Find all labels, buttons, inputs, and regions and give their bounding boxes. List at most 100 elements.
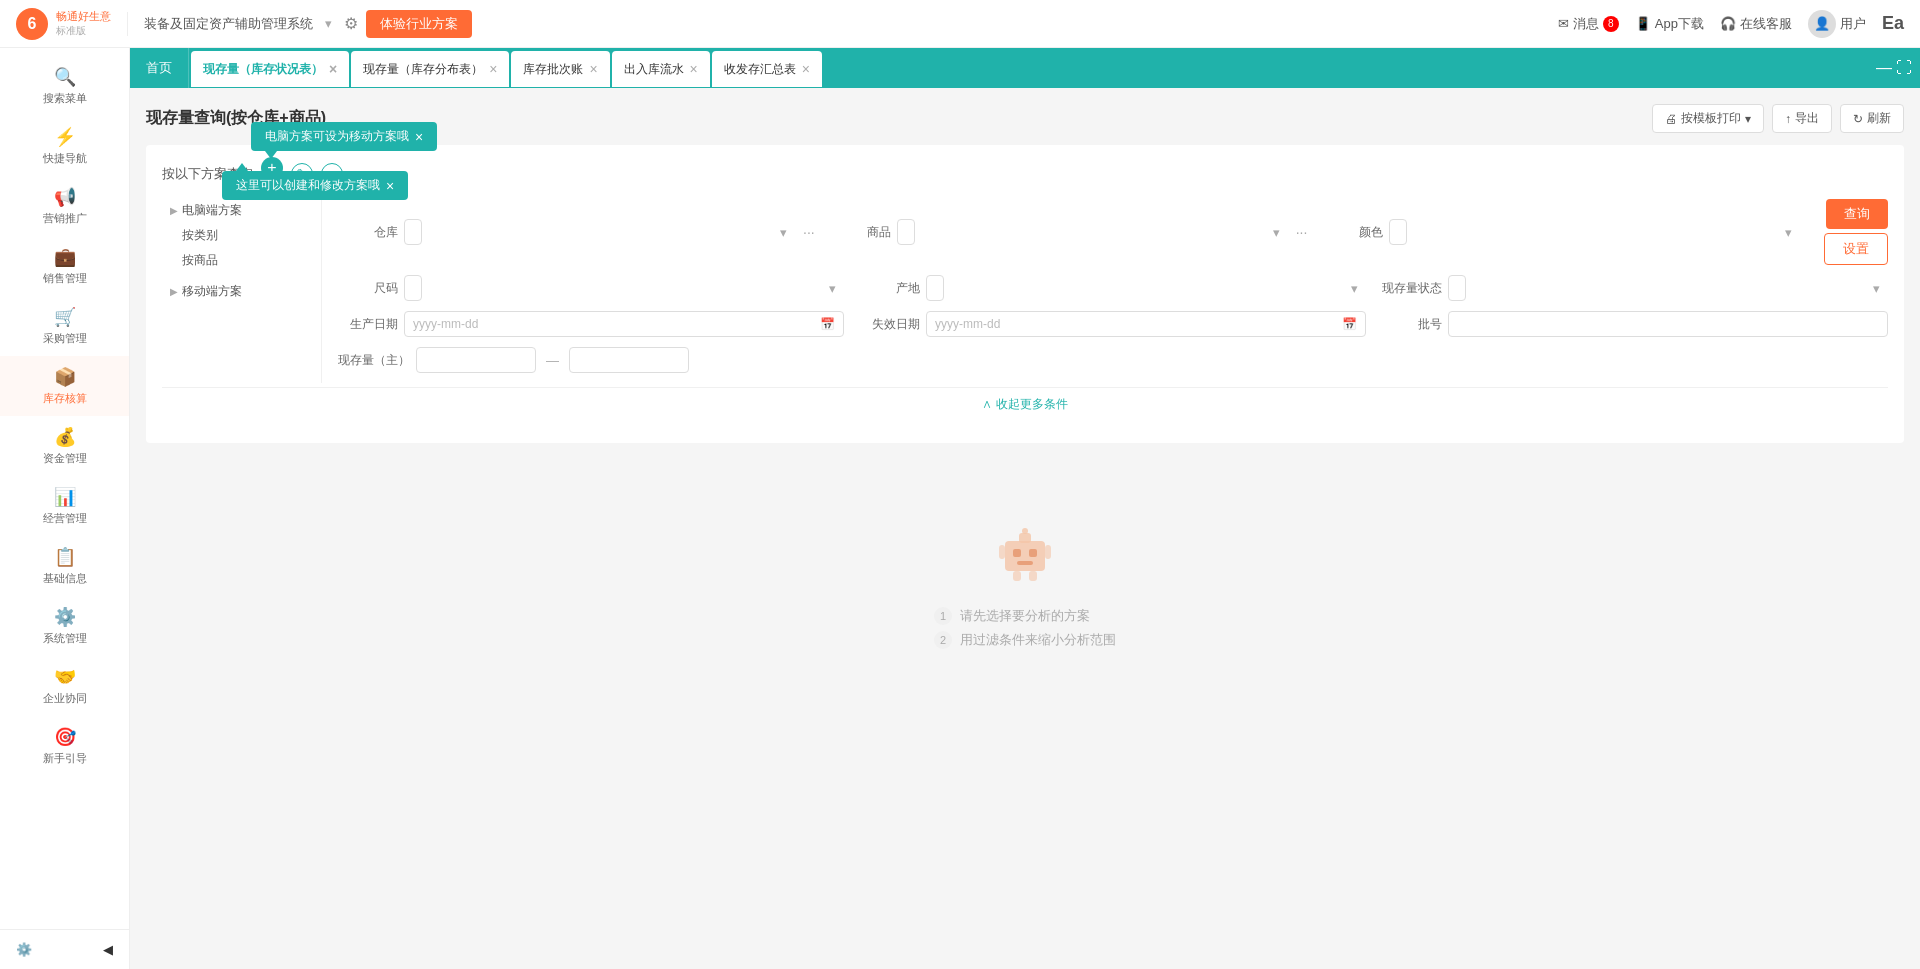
tab-inout[interactable]: 出入库流水 × — [612, 51, 710, 87]
empty-tips: 1 请先选择要分析的方案 2 用过滤条件来缩小分析范围 — [934, 607, 1116, 649]
expire-date-field: 失效日期 yyyy-mm-dd 📅 — [860, 311, 1366, 337]
user-btn[interactable]: 👤 用户 — [1808, 10, 1866, 38]
tab-summary-close[interactable]: × — [802, 61, 810, 77]
origin-select[interactable] — [926, 275, 944, 301]
query-panel: 按以下方案查询 + 电脑方案可设为移动方案哦 × — [146, 145, 1904, 443]
top-bar-left: 6 畅通好生意 标准版 装备及固定资产辅助管理系统 ▾ ⚙ 体验行业方案 — [16, 8, 472, 40]
refresh-btn[interactable]: ↻ 刷新 — [1840, 104, 1904, 133]
sidebar-item-stock[interactable]: 📦 库存核算 — [0, 356, 129, 416]
gear-icon[interactable]: ⚙ — [344, 14, 358, 33]
guide-icon: 🎯 — [54, 726, 76, 748]
plan-goods-label: 按商品 — [182, 252, 218, 269]
stock-main-to[interactable] — [569, 347, 689, 373]
app-download-btn[interactable]: 📱 App下载 — [1635, 15, 1704, 33]
produce-date-cal-icon[interactable]: 📅 — [820, 317, 835, 331]
query-btn[interactable]: 查询 — [1826, 199, 1888, 229]
tab-stock-dist-close[interactable]: × — [489, 61, 497, 77]
tab-bar: 首页 现存量（库存状况表） × 现存量（库存分布表） × 库存批次账 × 出入库… — [130, 48, 1920, 88]
sidebar-bottom-bar: ⚙️ ◀ — [0, 929, 129, 969]
mobile-group-label: 移动端方案 — [182, 283, 242, 300]
sidebar-item-search[interactable]: 🔍 搜索菜单 — [0, 56, 129, 116]
expire-date-input[interactable]: yyyy-mm-dd 📅 — [926, 311, 1366, 337]
stock-main-dash: — — [546, 353, 559, 368]
tab-home[interactable]: 首页 — [130, 48, 189, 88]
export-btn[interactable]: ↑ 导出 — [1772, 104, 1832, 133]
print-btn[interactable]: 🖨 按模板打印 ▾ — [1652, 104, 1764, 133]
stock-status-select[interactable] — [1448, 275, 1466, 301]
svg-rect-6 — [999, 545, 1005, 559]
tab-inout-close[interactable]: × — [690, 61, 698, 77]
sidebar-item-purchase-label: 采购管理 — [43, 331, 87, 346]
plan-item-goods[interactable]: 按商品 — [162, 249, 305, 272]
industry-btn[interactable]: 体验行业方案 — [366, 10, 472, 38]
stock-main-from[interactable] — [416, 347, 536, 373]
sidebar-item-system[interactable]: ⚙️ 系统管理 — [0, 596, 129, 656]
expire-date-cal-icon[interactable]: 📅 — [1342, 317, 1357, 331]
svg-rect-9 — [1029, 571, 1037, 581]
plan-item-category[interactable]: 按类别 — [162, 224, 305, 247]
sidebar-item-nav[interactable]: ⚡ 快捷导航 — [0, 116, 129, 176]
stock-main-field: 现存量（主） — — [338, 347, 738, 373]
top-bar: 6 畅通好生意 标准版 装备及固定资产辅助管理系统 ▾ ⚙ 体验行业方案 ✉ 消… — [0, 0, 1920, 48]
tip-num-2: 2 — [934, 631, 952, 649]
sidebar-settings-icon[interactable]: ⚙️ — [16, 942, 32, 957]
logo-text: 畅通好生意 — [56, 9, 111, 23]
sidebar-item-system-label: 系统管理 — [43, 631, 87, 646]
sidebar-item-base[interactable]: 📋 基础信息 — [0, 536, 129, 596]
sidebar-item-operation[interactable]: 📊 经营管理 — [0, 476, 129, 536]
collapse-icon: ∧ — [982, 397, 992, 411]
produce-date-input[interactable]: yyyy-mm-dd 📅 — [404, 311, 844, 337]
sidebar-item-sales[interactable]: 💼 销售管理 — [0, 236, 129, 296]
form-row-1: 仓库 ··· 商品 — [338, 199, 1888, 265]
mobile-group-header[interactable]: ▶ 移动端方案 — [162, 280, 305, 303]
message-btn[interactable]: ✉ 消息 8 — [1558, 15, 1619, 33]
sidebar-item-enterprise[interactable]: 🤝 企业协同 — [0, 656, 129, 716]
user-avatar: 👤 — [1808, 10, 1836, 38]
svg-point-5 — [1022, 528, 1028, 534]
message-icon: ✉ — [1558, 16, 1569, 31]
online-service-btn[interactable]: 🎧 在线客服 — [1720, 15, 1792, 33]
warehouse-dots[interactable]: ··· — [803, 224, 815, 240]
content-area: 首页 现存量（库存状况表） × 现存量（库存分布表） × 库存批次账 × 出入库… — [130, 48, 1920, 969]
plans-section: 这里可以创建和修改方案哦 × ▶ 电脑端方案 — [162, 199, 1888, 383]
collapse-bar[interactable]: ∧ 收起更多条件 — [162, 387, 1888, 421]
desktop-group-header[interactable]: ▶ 电脑端方案 — [162, 199, 305, 222]
set-btn[interactable]: 设置 — [1824, 233, 1888, 265]
origin-field: 产地 — [860, 275, 1366, 301]
produce-date-field: 生产日期 yyyy-mm-dd 📅 — [338, 311, 844, 337]
size-select[interactable] — [404, 275, 422, 301]
main-area: 🔍 搜索菜单 ⚡ 快捷导航 📢 营销推广 💼 销售管理 🛒 采购管理 — [0, 48, 1920, 969]
empty-tip-2: 2 用过滤条件来缩小分析范围 — [934, 631, 1116, 649]
tooltip1: 电脑方案可设为移动方案哦 × — [251, 122, 437, 151]
tab-summary[interactable]: 收发存汇总表 × — [712, 51, 822, 87]
batch-input[interactable] — [1448, 311, 1888, 337]
goods-select[interactable] — [897, 219, 915, 245]
refresh-icon: ↻ — [1853, 112, 1863, 126]
stock-status-field: 现存量状态 — [1382, 275, 1888, 301]
tooltip2-close[interactable]: × — [386, 178, 394, 194]
system-name: 装备及固定资产辅助管理系统 — [144, 15, 313, 33]
sidebar-item-nav-label: 快捷导航 — [43, 151, 87, 166]
tab-minimize-btn[interactable]: — — [1876, 59, 1892, 77]
tab-stock-status-label: 现存量（库存状况表） — [203, 61, 323, 78]
sidebar-item-marketing[interactable]: 📢 营销推广 — [0, 176, 129, 236]
tooltip1-close[interactable]: × — [415, 129, 423, 145]
finance-icon: 💰 — [54, 426, 76, 448]
system-dropdown-icon[interactable]: ▾ — [325, 16, 332, 31]
tab-batch-close[interactable]: × — [589, 61, 597, 77]
query-action-col: 查询 设置 — [1816, 199, 1888, 265]
sidebar-collapse-icon[interactable]: ◀ — [103, 942, 113, 957]
tab-stock-status-close[interactable]: × — [329, 61, 337, 77]
tab-expand-btn[interactable]: ⛶ — [1896, 59, 1912, 77]
expire-date-label: 失效日期 — [860, 316, 920, 333]
sidebar-item-guide[interactable]: 🎯 新手引导 — [0, 716, 129, 776]
tab-stock-dist[interactable]: 现存量（库存分布表） × — [351, 51, 509, 87]
tab-batch[interactable]: 库存批次账 × — [511, 51, 609, 87]
color-select[interactable] — [1389, 219, 1407, 245]
tab-stock-status[interactable]: 现存量（库存状况表） × — [191, 51, 349, 87]
svg-rect-3 — [1017, 561, 1033, 565]
warehouse-select[interactable] — [404, 219, 422, 245]
sidebar-item-finance[interactable]: 💰 资金管理 — [0, 416, 129, 476]
sidebar-item-purchase[interactable]: 🛒 采购管理 — [0, 296, 129, 356]
goods-dots[interactable]: ··· — [1296, 224, 1308, 240]
